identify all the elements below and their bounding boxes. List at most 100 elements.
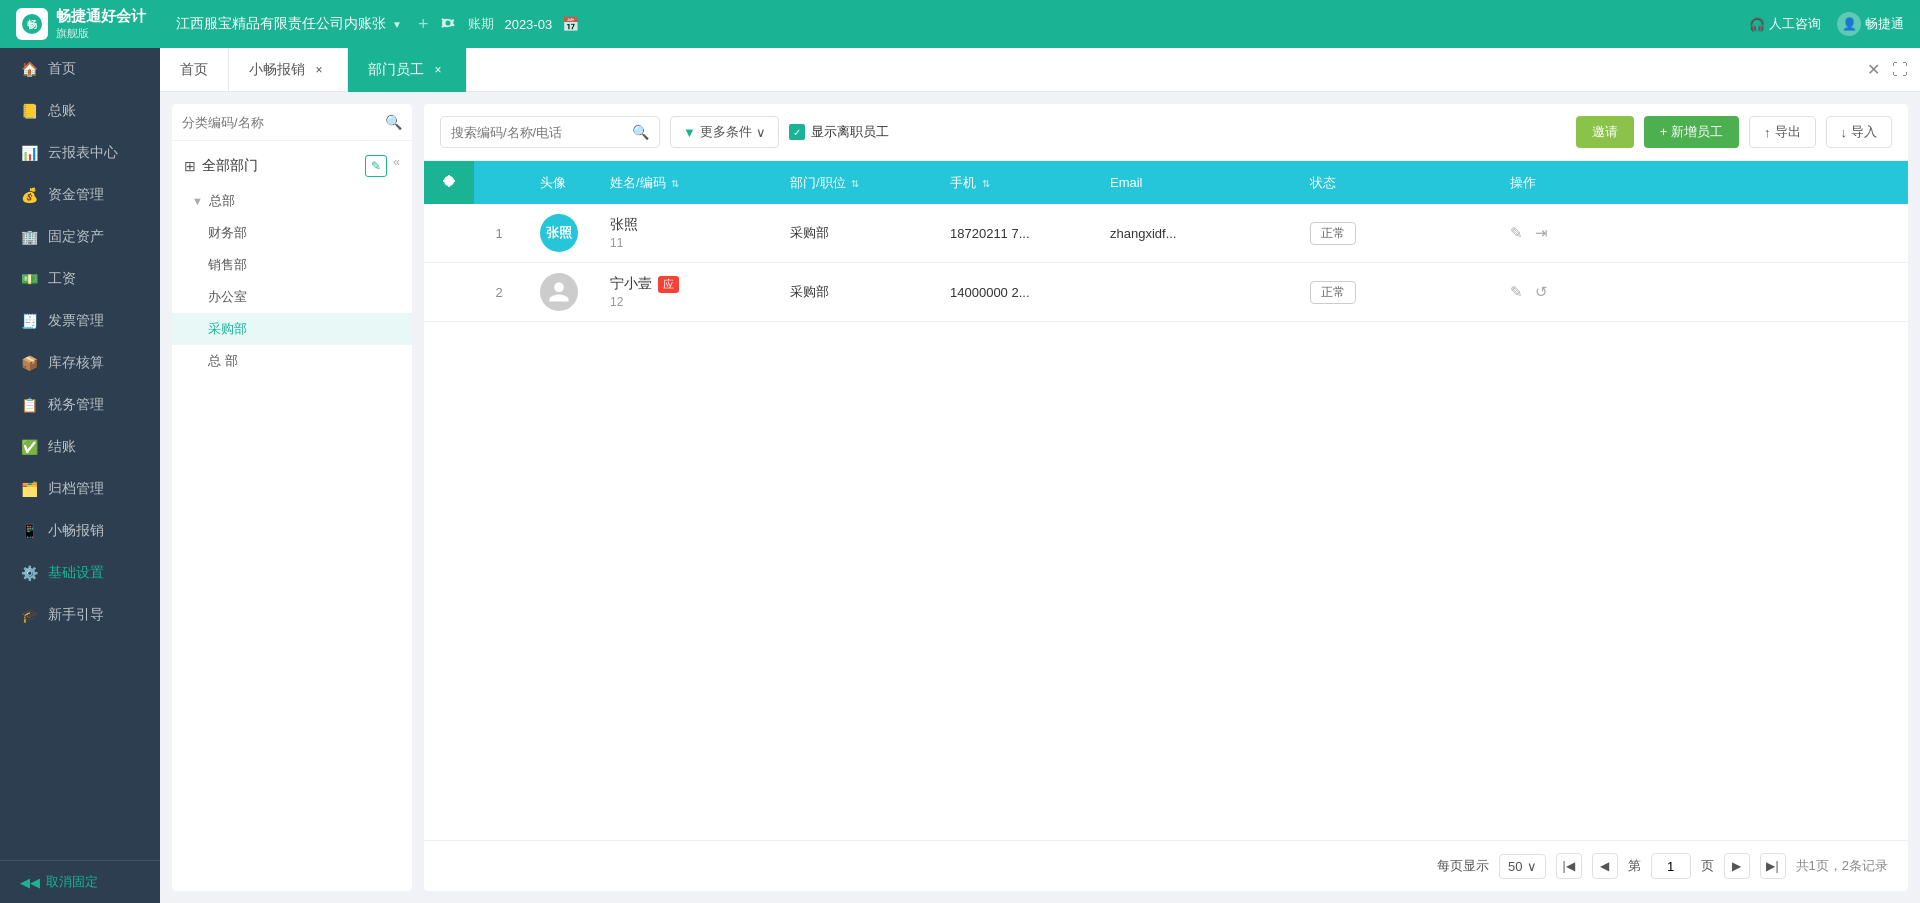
employee-search-icon[interactable]: 🔍 [632, 124, 649, 140]
per-page-value: 50 [1508, 859, 1522, 874]
page-prev-btn[interactable]: ◀ [1592, 853, 1618, 879]
show-resigned-toggle[interactable]: ✓ 显示离职员工 [789, 123, 889, 141]
add-employee-btn[interactable]: + 新增员工 [1644, 116, 1739, 148]
sidebar-item-tax[interactable]: 📋 税务管理 [0, 384, 160, 426]
page-first-btn[interactable]: |◀ [1556, 853, 1582, 879]
row1-logout-icon[interactable]: ⇥ [1535, 224, 1548, 242]
col-name-code[interactable]: 姓名/编码 ⇅ [594, 161, 774, 204]
invite-btn[interactable]: 邀请 [1576, 116, 1634, 148]
dept-all-header[interactable]: ⊞ 全部部门 ✎ « [172, 147, 412, 185]
sidebar-item-fund[interactable]: 💰 资金管理 [0, 174, 160, 216]
row2-restore-icon[interactable]: ↺ [1535, 283, 1548, 301]
show-resigned-checkbox[interactable]: ✓ [789, 124, 805, 140]
dept-node-bangong[interactable]: 办公室 [172, 281, 412, 313]
svg-text:畅: 畅 [27, 19, 37, 30]
dept-node-caigoubu-label: 采购部 [208, 320, 247, 338]
filter-more-btn[interactable]: ▼ 更多条件 ∨ [670, 116, 779, 148]
sidebar-item-ledger[interactable]: 📒 总账 [0, 90, 160, 132]
row2-settings [424, 263, 474, 322]
row1-status: 正常 [1294, 204, 1494, 263]
asset-icon: 🏢 [20, 228, 38, 246]
dept-all-label: ⊞ 全部部门 [184, 157, 258, 175]
employee-search-input[interactable] [451, 125, 632, 140]
app-edition: 旗舰版 [56, 26, 146, 41]
dept-node-zongbu2[interactable]: 总 部 [172, 345, 412, 377]
row1-dept: 采购部 [774, 204, 934, 263]
tab-dept-employee-close[interactable]: × [430, 62, 446, 78]
sidebar-item-archive[interactable]: 🗂️ 归档管理 [0, 468, 160, 510]
pin-icon: ◀◀ [20, 875, 40, 890]
row2-edit-icon[interactable]: ✎ [1510, 283, 1523, 301]
row2-email [1094, 263, 1294, 322]
cancel-pin-btn[interactable]: ◀◀ 取消固定 [0, 860, 160, 903]
per-page-dropdown-icon: ∨ [1527, 859, 1537, 874]
company-name[interactable]: 江西服宝精品有限责任公司内账张 ▼ + 账期 2023-03 📅 [176, 14, 579, 35]
logo-area: 畅 畅捷通好会计 旗舰版 [16, 7, 176, 41]
export-btn[interactable]: ↑ 导出 [1749, 116, 1816, 148]
tab-close-all-icon[interactable]: ✕ [1867, 60, 1880, 79]
sidebar-item-salary[interactable]: 💵 工资 [0, 258, 160, 300]
company-dropdown-icon[interactable]: ▼ [392, 19, 402, 30]
page-num-input[interactable] [1651, 853, 1691, 879]
col-status: 状态 [1294, 161, 1494, 204]
sidebar-item-invoice[interactable]: 🧾 发票管理 [0, 300, 160, 342]
checkout-icon: ✅ [20, 438, 38, 456]
sort-name-icon: ⇅ [671, 178, 679, 189]
dept-node-caiwubu[interactable]: 财务部 [172, 217, 412, 249]
add-account-btn[interactable]: + [418, 14, 429, 35]
row1-status-badge: 正常 [1310, 222, 1356, 245]
row1-actions: ✎ ⇥ [1494, 204, 1908, 263]
content-area: 首页 小畅报销 × 部门员工 × ✕ ⛶ 🔍 [160, 48, 1920, 903]
page-last-btn[interactable]: ▶| [1760, 853, 1786, 879]
sidebar-item-expense[interactable]: 📱 小畅报销 [0, 510, 160, 552]
import-btn[interactable]: ↓ 导入 [1826, 116, 1893, 148]
col-settings[interactable] [424, 161, 474, 204]
per-page-select[interactable]: 50 ∨ [1499, 854, 1545, 879]
tab-expense-close[interactable]: × [311, 62, 327, 78]
dept-search-input[interactable] [182, 115, 379, 130]
filter-btn-label: 更多条件 [700, 123, 752, 141]
main-layout: 🏠 首页 📒 总账 📊 云报表中心 💰 资金管理 🏢 固定资产 💵 工资 🧾 发… [0, 48, 1920, 903]
sort-dept-icon: ⇅ [851, 178, 859, 189]
sidebar-label-salary: 工资 [48, 270, 76, 288]
user-profile-btn[interactable]: 👤 畅捷通 [1837, 12, 1904, 36]
calendar-icon[interactable]: 📅 [562, 16, 579, 32]
dept-all-text: 全部部门 [202, 157, 258, 175]
sidebar-label-home: 首页 [48, 60, 76, 78]
sidebar-item-asset[interactable]: 🏢 固定资产 [0, 216, 160, 258]
page-next-btn[interactable]: ▶ [1724, 853, 1750, 879]
row2-code: 12 [610, 295, 758, 309]
dept-edit-btn[interactable]: ✎ [365, 155, 387, 177]
sidebar-item-inventory[interactable]: 📦 库存核算 [0, 342, 160, 384]
sidebar-item-settings[interactable]: ⚙️ 基础设置 [0, 552, 160, 594]
ai-consult-btn[interactable]: 🎧 人工咨询 [1749, 15, 1821, 33]
row1-edit-icon[interactable]: ✎ [1510, 224, 1523, 242]
col-dept-position[interactable]: 部门/职位 ⇅ [774, 161, 934, 204]
dept-node-xiaobu[interactable]: 销售部 [172, 249, 412, 281]
dept-collapse-icon[interactable]: « [393, 155, 400, 177]
filter-icon: ▼ [683, 125, 696, 140]
dept-node-caiwubu-label: 财务部 [208, 224, 247, 242]
col-phone[interactable]: 手机 ⇅ [934, 161, 1094, 204]
settings-icon[interactable] [440, 15, 456, 34]
dept-node-zongbu[interactable]: ▼ 总部 [172, 185, 412, 217]
sidebar-item-guide[interactable]: 🎓 新手引导 [0, 594, 160, 636]
dept-node-bangong-label: 办公室 [208, 288, 247, 306]
sidebar-item-home[interactable]: 🏠 首页 [0, 48, 160, 90]
account-period-label: 账期 [468, 15, 494, 33]
tab-expand-icon[interactable]: ⛶ [1892, 61, 1908, 79]
row2-avatar [524, 263, 594, 322]
tab-dept-employee[interactable]: 部门员工 × [348, 48, 467, 92]
dept-search-icon[interactable]: 🔍 [385, 114, 402, 130]
sidebar-label-guide: 新手引导 [48, 606, 104, 624]
tab-expense[interactable]: 小畅报销 × [229, 48, 348, 92]
toolbar-right: 邀请 + 新增员工 ↑ 导出 ↓ 导入 [1576, 116, 1892, 148]
sidebar-item-report[interactable]: 📊 云报表中心 [0, 132, 160, 174]
dept-node-zongbu2-label: 总 部 [208, 352, 238, 370]
dept-node-caigoubu[interactable]: 采购部 [172, 313, 412, 345]
sidebar-item-checkout[interactable]: ✅ 结账 [0, 426, 160, 468]
table-row: 1 张照 张照 11 [424, 204, 1908, 263]
tab-home[interactable]: 首页 [160, 48, 229, 92]
expense-icon: 📱 [20, 522, 38, 540]
row1-phone: 18720211 7... [934, 204, 1094, 263]
